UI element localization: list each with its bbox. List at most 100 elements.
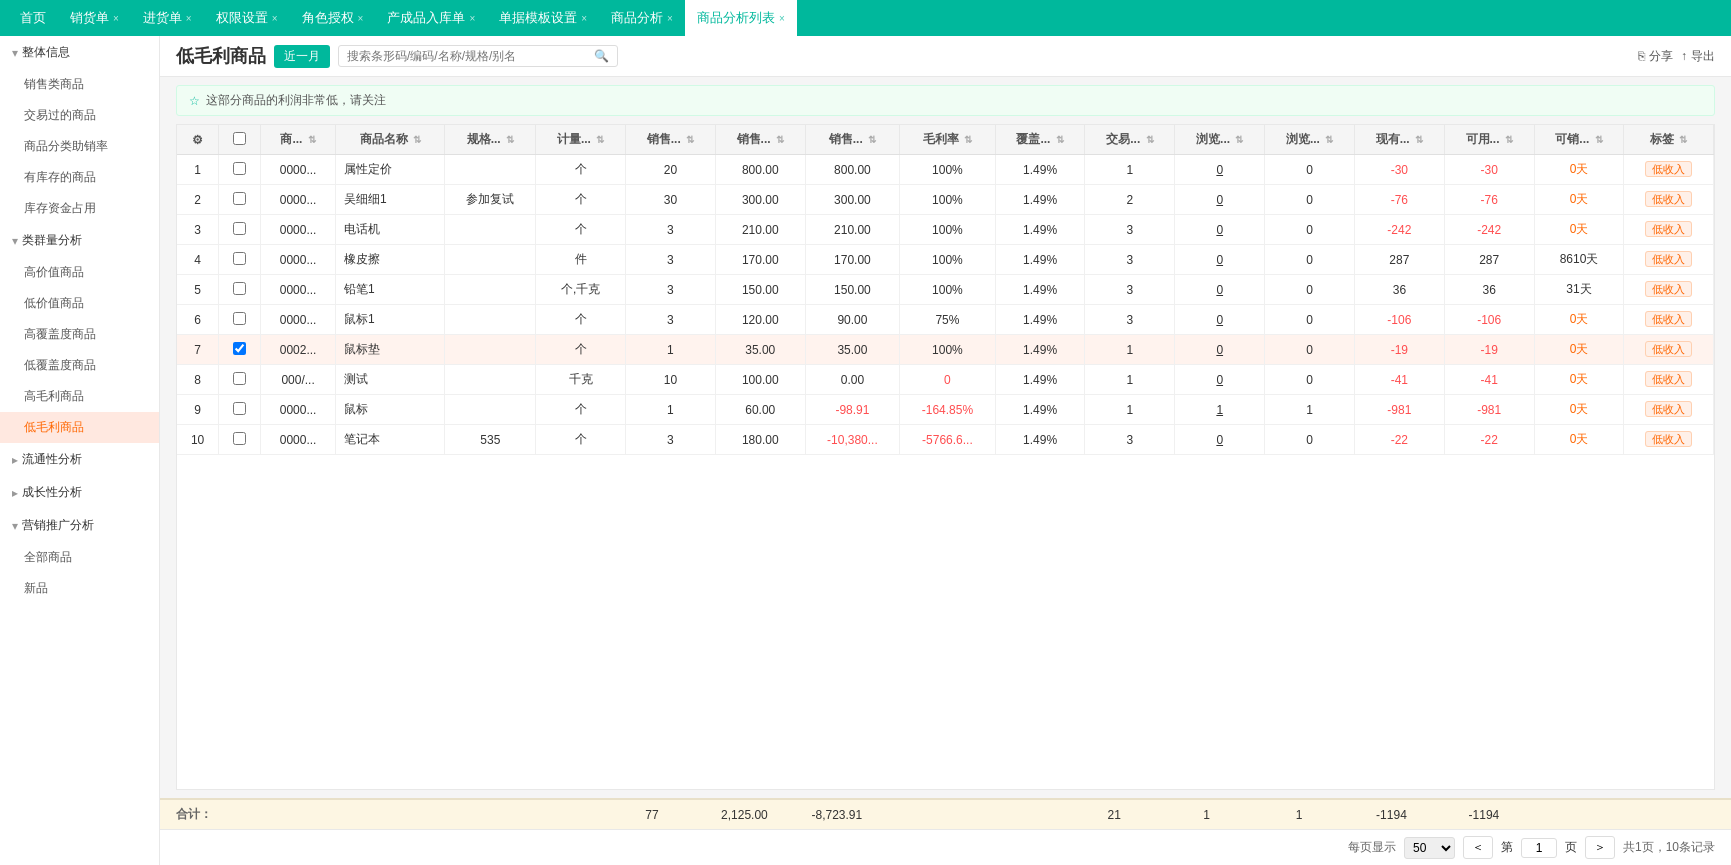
sidebar-group-growth[interactable]: ▸ 成长性分析 — [0, 476, 159, 509]
sidebar-item-category-rate[interactable]: 商品分类助销率 — [0, 131, 159, 162]
cell-trade: 1 — [1085, 365, 1175, 395]
nav-template-settings[interactable]: 单据模板设置 × — [487, 0, 599, 36]
main-layout: ▾ 整体信息 销售类商品 交易过的商品 商品分类助销率 有库存的商品 库存资金占… — [0, 36, 1731, 865]
cell-spec: 535 — [445, 425, 536, 455]
cell-current-stock: -242 — [1354, 215, 1444, 245]
sidebar-item-low-margin[interactable]: 低毛利商品 — [0, 412, 159, 443]
sidebar-item-high-margin[interactable]: 高毛利商品 — [0, 381, 159, 412]
nav-product-analysis-list[interactable]: 商品分析列表 × — [685, 0, 797, 36]
cell-sale-amount: 60.00 — [715, 395, 805, 425]
page-number-input[interactable] — [1521, 838, 1557, 858]
cell-sale-profit: -10,380... — [805, 425, 900, 455]
cell-gross-rate: 100% — [900, 215, 995, 245]
nav-product-entry[interactable]: 产成品入库单 × — [375, 0, 487, 36]
sidebar-item-all-products[interactable]: 全部商品 — [0, 542, 159, 573]
next-page-button[interactable]: ＞ — [1585, 836, 1615, 859]
footer-trade: 21 — [1068, 808, 1160, 822]
export-button[interactable]: ↑ 导出 — [1681, 48, 1715, 65]
select-all-checkbox[interactable] — [233, 132, 246, 145]
cell-sellable: 0天 — [1534, 425, 1624, 455]
cell-check[interactable] — [219, 305, 261, 335]
data-table-container[interactable]: ⚙ 商... ⇅ 商品名称 ⇅ 规格... ⇅ 计量... ⇅ 销售... ⇅ … — [176, 124, 1715, 790]
sidebar-item-traded-products[interactable]: 交易过的商品 — [0, 100, 159, 131]
nav-product-analysis[interactable]: 商品分析 × — [599, 0, 685, 36]
sidebar-item-sales-products[interactable]: 销售类商品 — [0, 69, 159, 100]
cell-sale-qty: 10 — [626, 365, 716, 395]
sidebar-item-high-coverage[interactable]: 高覆盖度商品 — [0, 319, 159, 350]
cell-browse1: 0 — [1175, 335, 1265, 365]
cell-sale-amount: 800.00 — [715, 155, 805, 185]
row-checkbox[interactable] — [233, 372, 246, 385]
cell-sale-qty: 1 — [626, 335, 716, 365]
cell-tag: 低收入 — [1624, 185, 1714, 215]
cell-tag: 低收入 — [1624, 335, 1714, 365]
chevron-right-icon: ▸ — [12, 453, 18, 467]
info-icon: ☆ — [189, 94, 200, 108]
col-spec: 规格... ⇅ — [445, 125, 536, 155]
close-icon[interactable]: × — [667, 13, 673, 24]
cell-check[interactable] — [219, 245, 261, 275]
nav-home[interactable]: 首页 — [8, 0, 58, 36]
cell-check[interactable] — [219, 425, 261, 455]
row-checkbox[interactable] — [233, 252, 246, 265]
row-checkbox[interactable] — [233, 282, 246, 295]
sidebar-item-inventory-capital[interactable]: 库存资金占用 — [0, 193, 159, 224]
cell-current-stock: -30 — [1354, 155, 1444, 185]
close-icon[interactable]: × — [779, 13, 785, 24]
sidebar-item-new-products[interactable]: 新品 — [0, 573, 159, 604]
sidebar-group-circulation[interactable]: ▸ 流通性分析 — [0, 443, 159, 476]
cell-check[interactable] — [219, 185, 261, 215]
sidebar-group-cluster[interactable]: ▾ 类群量分析 — [0, 224, 159, 257]
row-checkbox[interactable] — [233, 192, 246, 205]
row-checkbox[interactable] — [233, 432, 246, 445]
close-icon[interactable]: × — [358, 13, 364, 24]
nav-permission[interactable]: 权限设置 × — [204, 0, 290, 36]
page-title: 低毛利商品 — [176, 44, 266, 68]
close-icon[interactable]: × — [186, 13, 192, 24]
cell-check[interactable] — [219, 335, 261, 365]
cell-sale-qty: 1 — [626, 395, 716, 425]
table-row: 4 0000... 橡皮擦 件 3 170.00 170.00 100% 1.4… — [177, 245, 1714, 275]
cell-check[interactable] — [219, 215, 261, 245]
cell-current-stock: -41 — [1354, 365, 1444, 395]
row-checkbox[interactable] — [233, 402, 246, 415]
prev-page-button[interactable]: ＜ — [1463, 836, 1493, 859]
col-unit: 计量... ⇅ — [536, 125, 626, 155]
cell-star: 10 — [177, 425, 219, 455]
sidebar-item-low-value[interactable]: 低价值商品 — [0, 288, 159, 319]
cell-star: 1 — [177, 155, 219, 185]
close-icon[interactable]: × — [581, 13, 587, 24]
sidebar-item-in-stock[interactable]: 有库存的商品 — [0, 162, 159, 193]
sidebar-item-high-value[interactable]: 高价值商品 — [0, 257, 159, 288]
cell-check[interactable] — [219, 155, 261, 185]
close-icon[interactable]: × — [272, 13, 278, 24]
row-checkbox[interactable] — [233, 222, 246, 235]
cell-check[interactable] — [219, 275, 261, 305]
cell-coverage: 1.49% — [995, 185, 1085, 215]
nav-purchase-order[interactable]: 进货单 × — [131, 0, 204, 36]
cell-sale-amount: 300.00 — [715, 185, 805, 215]
nav-role-auth[interactable]: 角色授权 × — [290, 0, 376, 36]
share-button[interactable]: ⎘ 分享 — [1638, 48, 1673, 65]
search-input[interactable] — [347, 49, 590, 63]
cell-available: -106 — [1444, 305, 1534, 335]
row-checkbox[interactable] — [233, 162, 246, 175]
row-checkbox[interactable] — [233, 342, 246, 355]
nav-sales-order[interactable]: 销货单 × — [58, 0, 131, 36]
close-icon[interactable]: × — [469, 13, 475, 24]
table-row: 1 0000... 属性定价 个 20 800.00 800.00 100% 1… — [177, 155, 1714, 185]
cell-star: 6 — [177, 305, 219, 335]
cell-check[interactable] — [219, 395, 261, 425]
sidebar-item-low-coverage[interactable]: 低覆盖度商品 — [0, 350, 159, 381]
sidebar-group-overall[interactable]: ▾ 整体信息 — [0, 36, 159, 69]
search-icon[interactable]: 🔍 — [594, 49, 609, 63]
sidebar-group-marketing[interactable]: ▾ 营销推广分析 — [0, 509, 159, 542]
page-size-select[interactable]: 50 100 — [1404, 837, 1455, 859]
row-checkbox[interactable] — [233, 312, 246, 325]
cell-unit: 个 — [536, 425, 626, 455]
settings-icon[interactable]: ⚙ — [192, 133, 203, 147]
cell-check[interactable] — [219, 365, 261, 395]
period-button[interactable]: 近一月 — [274, 45, 330, 68]
cell-spec — [445, 245, 536, 275]
close-icon[interactable]: × — [113, 13, 119, 24]
